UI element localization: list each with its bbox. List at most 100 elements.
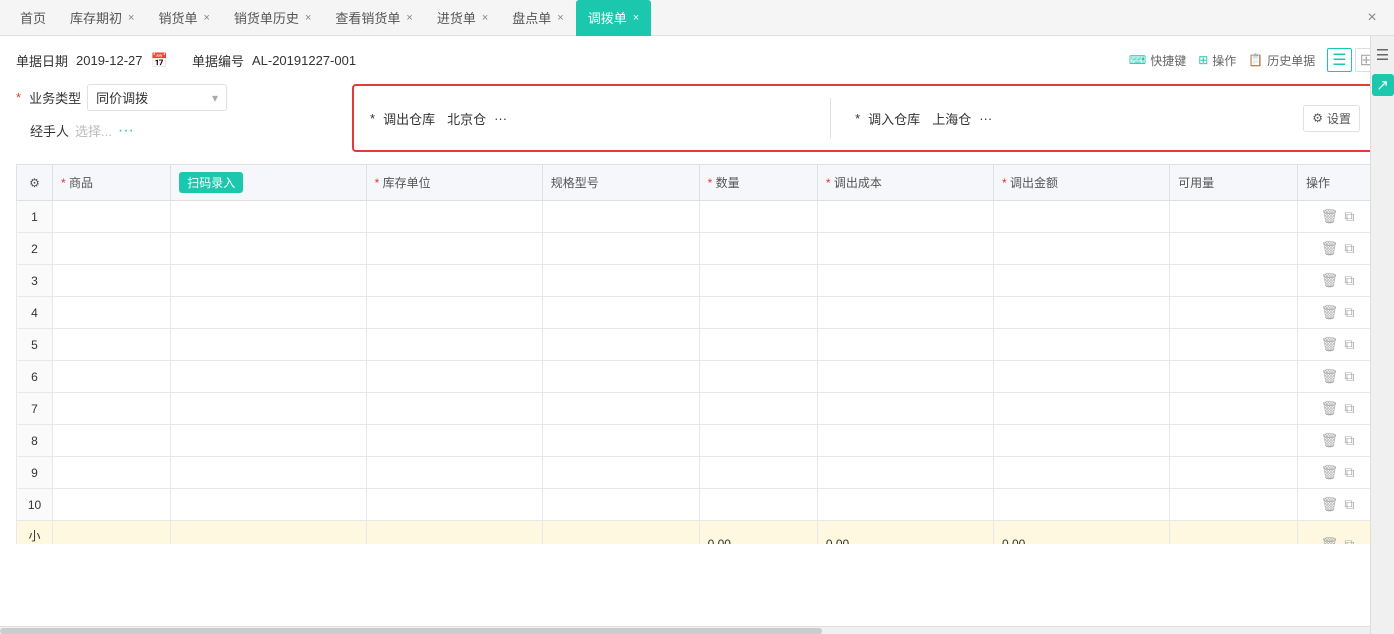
cell-spec[interactable] <box>542 393 699 425</box>
cell-amount[interactable] <box>993 393 1169 425</box>
copy-row-icon[interactable]: ⧉ <box>1344 304 1354 320</box>
copy-row-icon[interactable]: ⧉ <box>1344 432 1354 448</box>
cell-product[interactable] <box>53 361 171 393</box>
cell-unit[interactable] <box>366 201 542 233</box>
sidebar-list-icon[interactable]: ☰ <box>1372 44 1394 66</box>
cell-spec[interactable] <box>542 457 699 489</box>
table-wrapper[interactable]: ⚙ * 商品 扫码录入 * 库存单位 规格型号 <box>16 164 1378 544</box>
business-type-select[interactable]: 同价调拨 ▾ <box>87 84 227 111</box>
col-gear[interactable]: ⚙ <box>17 165 53 201</box>
person-placeholder[interactable]: 选择... <box>75 121 112 140</box>
cell-spec[interactable] <box>542 489 699 521</box>
tab-inventory-check[interactable]: 盘点单 × <box>500 0 575 36</box>
tab-close-transfer-order[interactable]: × <box>633 12 639 24</box>
cell-amount[interactable] <box>993 297 1169 329</box>
person-more-btn[interactable]: ··· <box>118 122 134 140</box>
cell-unit[interactable] <box>366 393 542 425</box>
cell-unit[interactable] <box>366 489 542 521</box>
cell-qty[interactable] <box>699 361 817 393</box>
cell-cost[interactable] <box>817 361 993 393</box>
cell-spec[interactable] <box>542 361 699 393</box>
tab-inventory-init[interactable]: 库存期初 × <box>58 0 146 36</box>
cell-unit[interactable] <box>366 425 542 457</box>
cell-product[interactable] <box>53 297 171 329</box>
scan-button[interactable]: 扫码录入 <box>179 172 243 193</box>
cell-product[interactable] <box>53 233 171 265</box>
cell-cost[interactable] <box>817 457 993 489</box>
cell-unit[interactable] <box>366 233 542 265</box>
tab-close-sales-history[interactable]: × <box>305 12 311 24</box>
calendar-icon[interactable]: 📅 <box>151 52 168 69</box>
cell-cost[interactable] <box>817 233 993 265</box>
cell-spec[interactable] <box>542 425 699 457</box>
tab-view-sales[interactable]: 查看销货单 × <box>323 0 424 36</box>
cell-amount[interactable] <box>993 265 1169 297</box>
sidebar-export-icon[interactable]: ↗ <box>1372 74 1394 96</box>
copy-row-icon[interactable]: ⧉ <box>1344 368 1354 384</box>
window-close-button[interactable]: × <box>1358 4 1386 32</box>
in-warehouse-more-btn[interactable]: ··· <box>979 111 992 126</box>
tab-home[interactable]: 首页 <box>8 0 58 36</box>
business-type-dropdown-icon[interactable]: ▾ <box>212 91 218 105</box>
cell-product[interactable] <box>53 201 171 233</box>
delete-row-icon[interactable]: 🗑 <box>1321 272 1339 288</box>
copy-row-icon[interactable]: ⧉ <box>1344 208 1354 224</box>
cell-cost[interactable] <box>817 297 993 329</box>
cell-amount[interactable] <box>993 329 1169 361</box>
cell-amount[interactable] <box>993 489 1169 521</box>
copy-row-icon[interactable]: ⧉ <box>1344 336 1354 352</box>
copy-row-icon[interactable]: ⧉ <box>1344 400 1354 416</box>
delete-row-icon[interactable]: 🗑 <box>1321 208 1339 224</box>
delete-row-icon[interactable]: 🗑 <box>1321 536 1339 545</box>
tab-close-sales-order[interactable]: × <box>203 12 209 24</box>
cell-cost[interactable] <box>817 489 993 521</box>
cell-qty[interactable] <box>699 265 817 297</box>
cell-qty[interactable] <box>699 457 817 489</box>
cell-amount[interactable] <box>993 201 1169 233</box>
settings-button[interactable]: ⚙ 设置 <box>1303 105 1360 132</box>
cell-qty[interactable] <box>699 233 817 265</box>
cell-cost[interactable] <box>817 329 993 361</box>
cell-unit[interactable] <box>366 361 542 393</box>
tab-sales-history[interactable]: 销货单历史 × <box>222 0 323 36</box>
cell-spec[interactable] <box>542 265 699 297</box>
cell-unit[interactable] <box>366 329 542 361</box>
cell-amount[interactable] <box>993 457 1169 489</box>
cell-qty[interactable] <box>699 201 817 233</box>
horizontal-scrollbar[interactable] <box>0 626 1370 634</box>
cell-qty[interactable] <box>699 329 817 361</box>
tab-close-inventory-init[interactable]: × <box>128 12 134 24</box>
cell-product[interactable] <box>53 393 171 425</box>
tab-close-view-sales[interactable]: × <box>406 12 412 24</box>
cell-product[interactable] <box>53 425 171 457</box>
cell-cost[interactable] <box>817 393 993 425</box>
history-btn[interactable]: 📋 历史单据 <box>1248 52 1315 69</box>
copy-row-icon[interactable]: ⧉ <box>1344 496 1354 512</box>
copy-row-icon[interactable]: ⧉ <box>1344 536 1354 545</box>
list-view-icon[interactable]: ☰ <box>1327 48 1351 72</box>
cell-unit[interactable] <box>366 457 542 489</box>
copy-row-icon[interactable]: ⧉ <box>1344 272 1354 288</box>
delete-row-icon[interactable]: 🗑 <box>1321 496 1339 512</box>
cell-spec[interactable] <box>542 329 699 361</box>
cell-spec[interactable] <box>542 201 699 233</box>
tab-transfer-order[interactable]: 调拨单 × <box>576 0 651 36</box>
tab-close-inventory-check[interactable]: × <box>557 12 563 24</box>
cell-product[interactable] <box>53 457 171 489</box>
cell-cost[interactable] <box>817 201 993 233</box>
delete-row-icon[interactable]: 🗑 <box>1321 400 1339 416</box>
scrollbar-thumb[interactable] <box>0 628 822 634</box>
cell-product[interactable] <box>53 265 171 297</box>
shortcut-btn[interactable]: ⌨ 快捷键 <box>1129 52 1186 69</box>
operation-btn[interactable]: ⊞ 操作 <box>1198 52 1236 69</box>
cell-qty[interactable] <box>699 297 817 329</box>
delete-row-icon[interactable]: 🗑 <box>1321 336 1339 352</box>
cell-unit[interactable] <box>366 297 542 329</box>
cell-cost[interactable] <box>817 425 993 457</box>
cell-product[interactable] <box>53 489 171 521</box>
cell-product[interactable] <box>53 329 171 361</box>
tab-purchase-order[interactable]: 进货单 × <box>425 0 500 36</box>
cell-amount[interactable] <box>993 361 1169 393</box>
delete-row-icon[interactable]: 🗑 <box>1321 304 1339 320</box>
cell-unit[interactable] <box>366 265 542 297</box>
